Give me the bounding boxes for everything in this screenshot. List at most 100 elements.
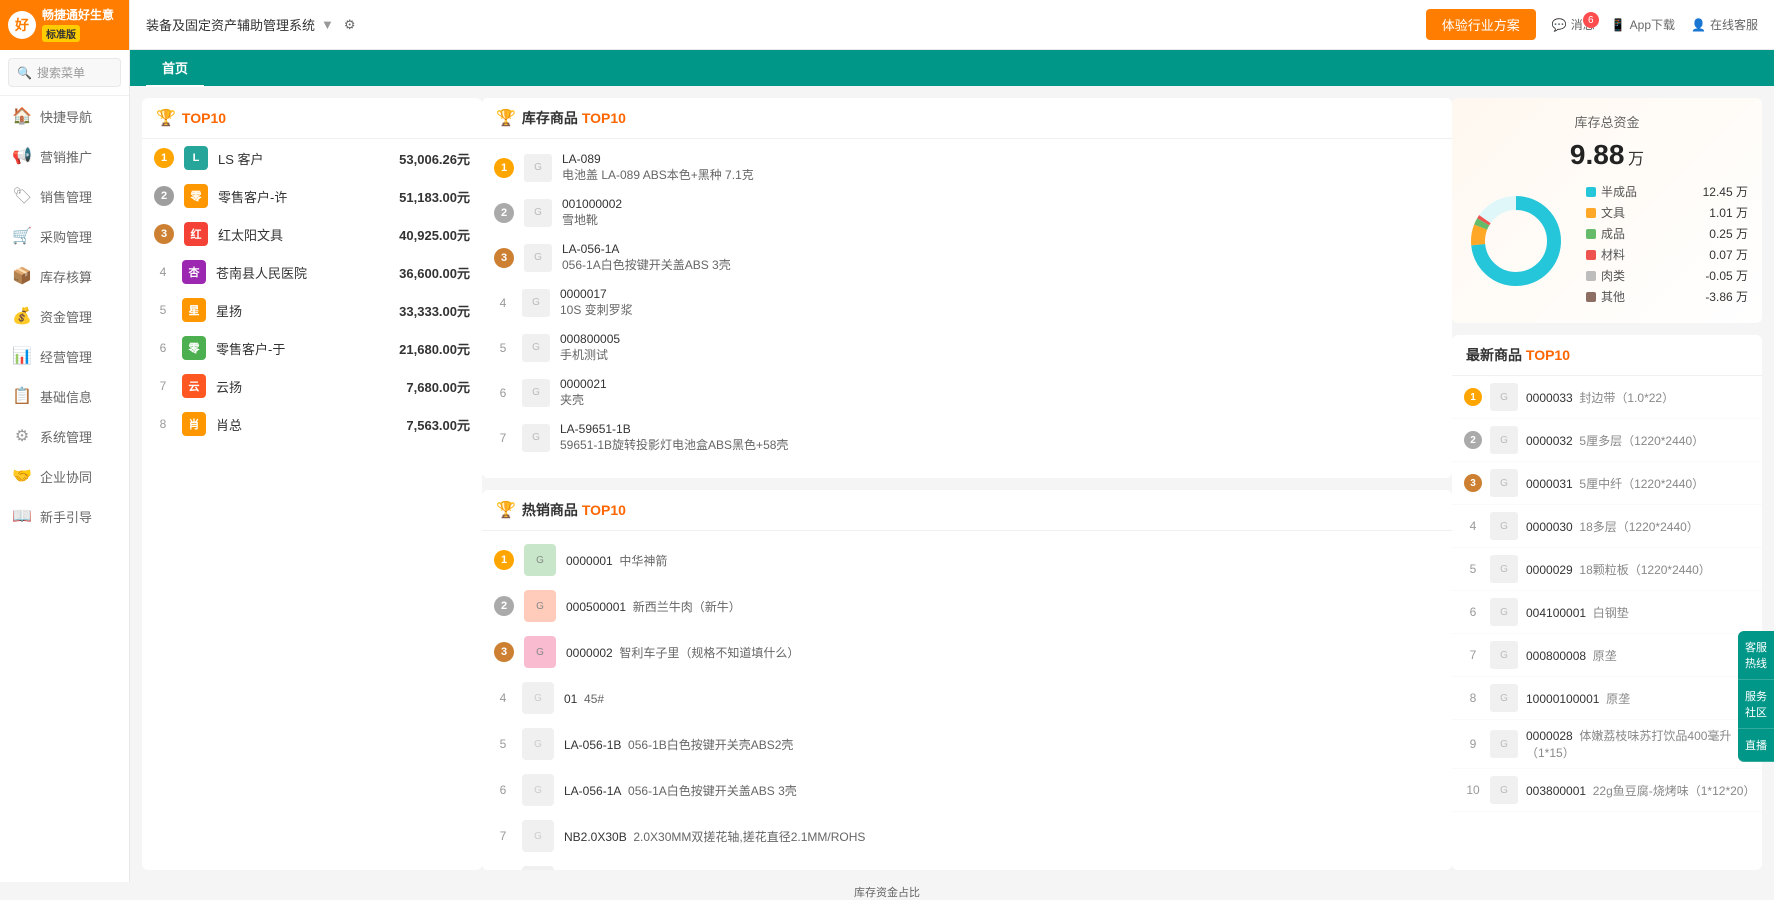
- logo-badge: 标准版: [42, 25, 80, 42]
- sidebar-item-marketing[interactable]: 📢 营销推广: [0, 136, 129, 176]
- sidebar-item-system[interactable]: ⚙ 系统管理: [0, 416, 129, 456]
- new-products-card: 最新商品 TOP10 1 G 0000033 封边带（1.0*22） 2 G 0…: [1452, 335, 1762, 870]
- new-product-item: 5 G 0000029 18颗粒板（1220*2440）: [1452, 548, 1762, 591]
- sidebar-nav: 🏠 快捷导航 📢 营销推广 🏷 销售管理 🛒 采购管理 📦 库存核算 💰 资金管…: [0, 96, 129, 882]
- finance-icon: 💰: [12, 306, 32, 326]
- sales-icon: 🏷: [12, 186, 32, 206]
- customer-item: 3 红 红太阳文具 40,925.00元: [142, 215, 482, 253]
- float-btn-broadcast[interactable]: 直播: [1738, 729, 1774, 762]
- basic-info-icon: 📋: [12, 386, 32, 406]
- stock-product-item: 7 G LA-59651-1B 59651-1B旋转投影灯电池盒ABS黑色+58…: [482, 415, 1452, 460]
- float-btn-community[interactable]: 服务社区: [1738, 680, 1774, 729]
- stock-product-item: 4 G 0000017 10S 变刺罗浆: [482, 280, 1452, 325]
- sidebar-item-sales[interactable]: 🏷 销售管理: [0, 176, 129, 216]
- new-product-item: 9 G 0000028 体嫩荔枝味苏打饮品400毫升（1*15）: [1452, 720, 1762, 769]
- stock-product-item: 1 G LA-089 电池盖 LA-089 ABS本色+黑种 7.1克: [482, 145, 1452, 190]
- sidebar-item-guide[interactable]: 📖 新手引导: [0, 496, 129, 536]
- hot-product-item: 5 G LA-056-1B 056-1B白色按键开关壳ABS2壳: [482, 721, 1452, 767]
- sidebar-item-operations[interactable]: 📊 经营管理: [0, 336, 129, 376]
- tab-home[interactable]: 首页: [146, 50, 204, 87]
- search-icon: 🔍: [17, 66, 32, 80]
- stock-product-list: 1 G LA-089 电池盖 LA-089 ABS本色+黑种 7.1克 2 G …: [482, 139, 1452, 478]
- search-menu-label: 搜索菜单: [37, 64, 85, 81]
- legend-item: 其他 -3.86 万: [1586, 288, 1748, 305]
- hot-product-list: 1 G 0000001 中华神箭 2 G 000500001 新西兰牛肉（新牛）…: [482, 531, 1452, 870]
- app-download-button[interactable]: 📱 App下载: [1611, 16, 1675, 33]
- hot-product-item: 6 G LA-056-1A 056-1A白色按键开关盖ABS 3壳: [482, 767, 1452, 813]
- dropdown-arrow-icon[interactable]: ▼: [321, 17, 334, 32]
- logo-icon: 好: [8, 11, 36, 39]
- settings-icon[interactable]: ⚙: [344, 17, 356, 33]
- sidebar-item-cooperation[interactable]: 🤝 企业协同: [0, 456, 129, 496]
- float-btn-service[interactable]: 客服热线: [1738, 631, 1774, 680]
- customer-item: 1 L LS 客户 53,006.26元: [142, 139, 482, 177]
- sidebar-item-label: 经营管理: [40, 347, 92, 366]
- sidebar-item-inventory[interactable]: 📦 库存核算: [0, 256, 129, 296]
- hot-product-item: 2 G 000500001 新西兰牛肉（新牛）: [482, 583, 1452, 629]
- sidebar-item-home[interactable]: 🏠 快捷导航: [0, 96, 129, 136]
- sidebar-item-finance[interactable]: 💰 资金管理: [0, 296, 129, 336]
- customer-item: 4 杏 苍南县人民医院 36,600.00元: [142, 253, 482, 291]
- message-icon: 💬: [1552, 18, 1567, 32]
- col-mid: 🏆 库存商品 TOP10 1 G LA-089 电池盖 LA-089 ABS本色…: [482, 98, 1452, 870]
- trophy-icon: 🏆: [156, 108, 176, 128]
- sidebar-item-purchase[interactable]: 🛒 采购管理: [0, 216, 129, 256]
- inventory-big-num: 9.88: [1570, 139, 1625, 170]
- hot-products-title: 热销商品 TOP10: [522, 500, 626, 520]
- system-icon: ⚙: [12, 426, 32, 446]
- top-bar: 装备及固定资产辅助管理系统 ▼ ⚙ 体验行业方案 💬 消息 6 📱 App下载 …: [130, 0, 1774, 50]
- stock-product-item: 5 G 000800005 手机测试: [482, 325, 1452, 370]
- inventory-amount: 9.88 万: [1466, 139, 1748, 171]
- sidebar-item-label: 基础信息: [40, 387, 92, 406]
- new-product-item: 3 G 0000031 5厘中纤（1220*2440）: [1452, 462, 1762, 505]
- hot-product-item: 8 G 0000011 12070519-xs: [482, 859, 1452, 870]
- system-title: 装备及固定资产辅助管理系统 ▼ ⚙: [146, 15, 356, 34]
- guide-icon: 📖: [12, 506, 32, 526]
- phone-icon: 📱: [1611, 18, 1626, 32]
- hot-products-header: 🏆 热销商品 TOP10: [482, 490, 1452, 531]
- legend-item: 肉类 -0.05 万: [1586, 267, 1748, 284]
- sidebar-item-basic-info[interactable]: 📋 基础信息: [0, 376, 129, 416]
- col-left: 🏆 TOP10 1 L LS 客户 53,006.26元 2 零 零售客户-许 …: [142, 98, 482, 870]
- customer-item: 2 零 零售客户-许 51,183.00元: [142, 177, 482, 215]
- stock-product-item: 6 G 0000021 夹壳: [482, 370, 1452, 415]
- service-icon: 👤: [1691, 18, 1706, 32]
- customer-item: 5 星 星扬 33,333.00元: [142, 291, 482, 329]
- sidebar-item-label: 新手引导: [40, 507, 92, 526]
- sidebar-item-label: 库存核算: [40, 267, 92, 286]
- sidebar-item-label: 销售管理: [40, 187, 92, 206]
- logo-text: 畅捷通好生意: [42, 8, 114, 24]
- new-products-header: 最新商品 TOP10: [1452, 335, 1762, 376]
- sidebar-item-label: 快捷导航: [40, 107, 92, 126]
- cooperation-icon: 🤝: [12, 466, 32, 486]
- main-area: 装备及固定资产辅助管理系统 ▼ ⚙ 体验行业方案 💬 消息 6 📱 App下载 …: [130, 0, 1774, 882]
- stock-products-card: 🏆 库存商品 TOP10 1 G LA-089 电池盖 LA-089 ABS本色…: [482, 98, 1452, 478]
- new-product-list: 1 G 0000033 封边带（1.0*22） 2 G 0000032 5厘多层…: [1452, 376, 1762, 870]
- stock-product-item: 2 G 001000002 雪地靴: [482, 190, 1452, 235]
- hot-product-item: 1 G 0000001 中华神箭: [482, 537, 1452, 583]
- trophy2-icon: 🏆: [496, 500, 516, 520]
- donut-chart: [1466, 191, 1576, 301]
- new-product-item: 6 G 004100001 白钢垫: [1452, 591, 1762, 634]
- online-service-label: 在线客服: [1710, 16, 1758, 33]
- legend-item: 成品 0.25 万: [1586, 225, 1748, 242]
- search-menu-button[interactable]: 🔍 搜索菜单: [8, 58, 121, 87]
- app-download-label: App下载: [1630, 16, 1675, 33]
- stock-products-header: 🏆 库存商品 TOP10: [482, 98, 1452, 139]
- donut-chart-area: 库存资金占比 半成品 12.45 万 文具 1.01 万 成品 0.25 万 材…: [1466, 183, 1748, 309]
- legend-item: 材料 0.07 万: [1586, 246, 1748, 263]
- marketing-icon: 📢: [12, 146, 32, 166]
- col-right: 库存总资金 9.88 万: [1452, 98, 1762, 870]
- tab-bar: 首页: [130, 50, 1774, 86]
- content-area: 🏆 TOP10 1 L LS 客户 53,006.26元 2 零 零售客户-许 …: [130, 86, 1774, 882]
- new-products-title: 最新商品 TOP10: [1466, 345, 1570, 365]
- online-service-button[interactable]: 👤 在线客服: [1691, 16, 1758, 33]
- trophy-icon: 🏆: [496, 108, 516, 128]
- sidebar-item-label: 采购管理: [40, 227, 92, 246]
- sidebar-item-label: 资金管理: [40, 307, 92, 326]
- message-button[interactable]: 💬 消息 6: [1552, 16, 1595, 33]
- customer-item: 6 零 零售客户-于 21,680.00元: [142, 329, 482, 367]
- try-industry-button[interactable]: 体验行业方案: [1426, 9, 1536, 40]
- sidebar-item-label: 系统管理: [40, 427, 92, 446]
- new-product-item: 7 G 000800008 原垄: [1452, 634, 1762, 677]
